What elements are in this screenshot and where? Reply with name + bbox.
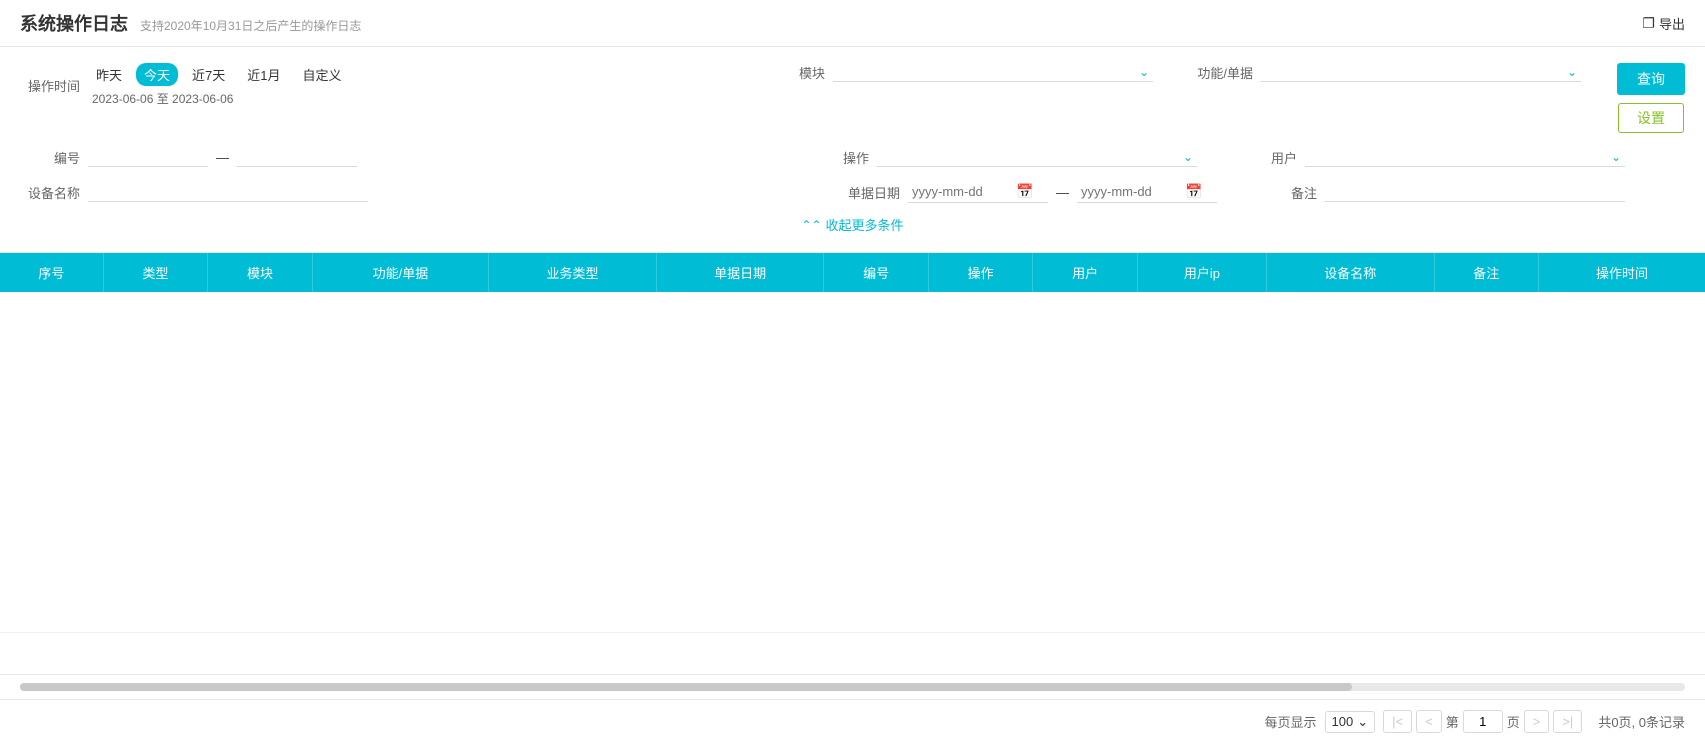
device-label: 设备名称 bbox=[20, 183, 80, 202]
time-yesterday[interactable]: 昨天 bbox=[88, 63, 130, 86]
func-label: 功能/单据 bbox=[1193, 63, 1253, 82]
number-label: 编号 bbox=[20, 148, 80, 167]
table-wrapper: 序号类型模块功能/单据业务类型单据日期编号操作用户用户ip设备名称备注操作时间 bbox=[0, 253, 1705, 674]
operation-select[interactable]: ⌄ bbox=[877, 148, 1197, 167]
export-label: 导出 bbox=[1659, 14, 1685, 33]
module-select[interactable]: ⌄ bbox=[833, 63, 1153, 82]
time-custom[interactable]: 自定义 bbox=[295, 63, 350, 86]
settings-button[interactable]: 设置 bbox=[1618, 103, 1684, 133]
device-input[interactable] bbox=[88, 182, 368, 202]
table-col-用户ip: 用户ip bbox=[1137, 253, 1266, 292]
time-1month[interactable]: 近1月 bbox=[239, 63, 288, 86]
collapse-chevron-icon: ⌃⌃ bbox=[801, 218, 821, 232]
prev-page-button[interactable]: < bbox=[1416, 710, 1442, 733]
per-page-label: 每页显示 bbox=[1265, 712, 1317, 731]
voucher-date-label: 单据日期 bbox=[830, 183, 900, 202]
table-col-业务类型: 业务类型 bbox=[489, 253, 657, 292]
number-input-from[interactable] bbox=[88, 147, 208, 167]
total-text: 共0页, 0条记录 bbox=[1598, 712, 1685, 731]
module-chevron-icon: ⌄ bbox=[1139, 65, 1149, 79]
table-col-编号: 编号 bbox=[824, 253, 928, 292]
pagination-nav: |< < 第 页 > >| bbox=[1383, 710, 1582, 733]
time-range: 2023-06-06 至 2023-06-06 bbox=[92, 90, 350, 107]
pagination-bar: 每页显示 100 ⌄ |< < 第 页 > >| 共0页, 0条记录 bbox=[0, 699, 1705, 743]
scrollbar-area bbox=[0, 674, 1705, 699]
remark-label: 备注 bbox=[1257, 183, 1317, 202]
page-size-value: 100 bbox=[1332, 714, 1354, 729]
operation-label: 操作 bbox=[809, 148, 869, 167]
number-input-to[interactable] bbox=[237, 147, 357, 167]
func-select[interactable]: ⌄ bbox=[1261, 63, 1581, 82]
date-from-wrapper: 📅 bbox=[908, 181, 1048, 203]
time-label: 操作时间 bbox=[20, 76, 80, 95]
date-to-input[interactable] bbox=[1081, 184, 1181, 199]
page-title: 系统操作日志 bbox=[20, 10, 128, 36]
horizontal-scrollbar[interactable] bbox=[20, 683, 1685, 691]
page-number-input[interactable] bbox=[1463, 710, 1503, 733]
user-select[interactable]: ⌄ bbox=[1305, 148, 1625, 167]
calendar-from-icon[interactable]: 📅 bbox=[1016, 183, 1033, 200]
query-button[interactable]: 查询 bbox=[1617, 63, 1685, 95]
table-col-功能/单据: 功能/单据 bbox=[312, 253, 488, 292]
export-button[interactable]: ❐ 导出 bbox=[1642, 14, 1685, 33]
calendar-to-icon[interactable]: 📅 bbox=[1185, 183, 1202, 200]
table-col-类型: 类型 bbox=[103, 253, 207, 292]
table-col-序号: 序号 bbox=[0, 253, 103, 292]
first-page-button[interactable]: |< bbox=[1383, 710, 1412, 733]
table-col-单据日期: 单据日期 bbox=[656, 253, 824, 292]
export-icon: ❐ bbox=[1642, 15, 1655, 32]
table-col-备注: 备注 bbox=[1434, 253, 1538, 292]
number-dash: — bbox=[216, 150, 229, 165]
table-col-模块: 模块 bbox=[208, 253, 312, 292]
user-label: 用户 bbox=[1237, 148, 1297, 167]
page-size-select[interactable]: 100 ⌄ bbox=[1325, 711, 1376, 733]
table-col-设备名称: 设备名称 bbox=[1266, 253, 1434, 292]
table-col-操作时间: 操作时间 bbox=[1539, 253, 1705, 292]
operation-chevron-icon: ⌄ bbox=[1183, 150, 1193, 164]
table-header-row: 序号类型模块功能/单据业务类型单据日期编号操作用户用户ip设备名称备注操作时间 bbox=[0, 253, 1705, 292]
data-table: 序号类型模块功能/单据业务类型单据日期编号操作用户用户ip设备名称备注操作时间 bbox=[0, 253, 1705, 633]
module-label: 模块 bbox=[765, 63, 825, 82]
table-col-用户: 用户 bbox=[1033, 253, 1137, 292]
last-page-button[interactable]: >| bbox=[1553, 710, 1582, 733]
page-size-chevron-icon: ⌄ bbox=[1357, 714, 1368, 730]
date-from-input[interactable] bbox=[912, 184, 1012, 199]
date-dash: — bbox=[1056, 185, 1069, 200]
next-page-button[interactable]: > bbox=[1524, 710, 1550, 733]
action-buttons: 查询 设置 bbox=[1617, 63, 1685, 133]
collapse-label: 收起更多条件 bbox=[826, 215, 904, 234]
date-to-wrapper: 📅 bbox=[1077, 181, 1217, 203]
func-chevron-icon: ⌄ bbox=[1567, 65, 1577, 79]
user-chevron-icon: ⌄ bbox=[1611, 150, 1621, 164]
page-unit: 页 bbox=[1507, 712, 1520, 731]
remark-input[interactable] bbox=[1325, 182, 1625, 202]
filter-area: 操作时间 昨天 今天 近7天 近1月 自定义 2023-06-06 至 2023… bbox=[0, 47, 1705, 253]
page-label: 第 bbox=[1446, 712, 1459, 731]
page-subtitle: 支持2020年10月31日之后产生的操作日志 bbox=[140, 17, 361, 34]
collapse-bar[interactable]: ⌃⌃ 收起更多条件 bbox=[20, 209, 1685, 242]
table-body bbox=[0, 292, 1705, 632]
table-col-操作: 操作 bbox=[928, 253, 1032, 292]
time-7days[interactable]: 近7天 bbox=[184, 63, 233, 86]
time-today[interactable]: 今天 bbox=[136, 63, 178, 86]
